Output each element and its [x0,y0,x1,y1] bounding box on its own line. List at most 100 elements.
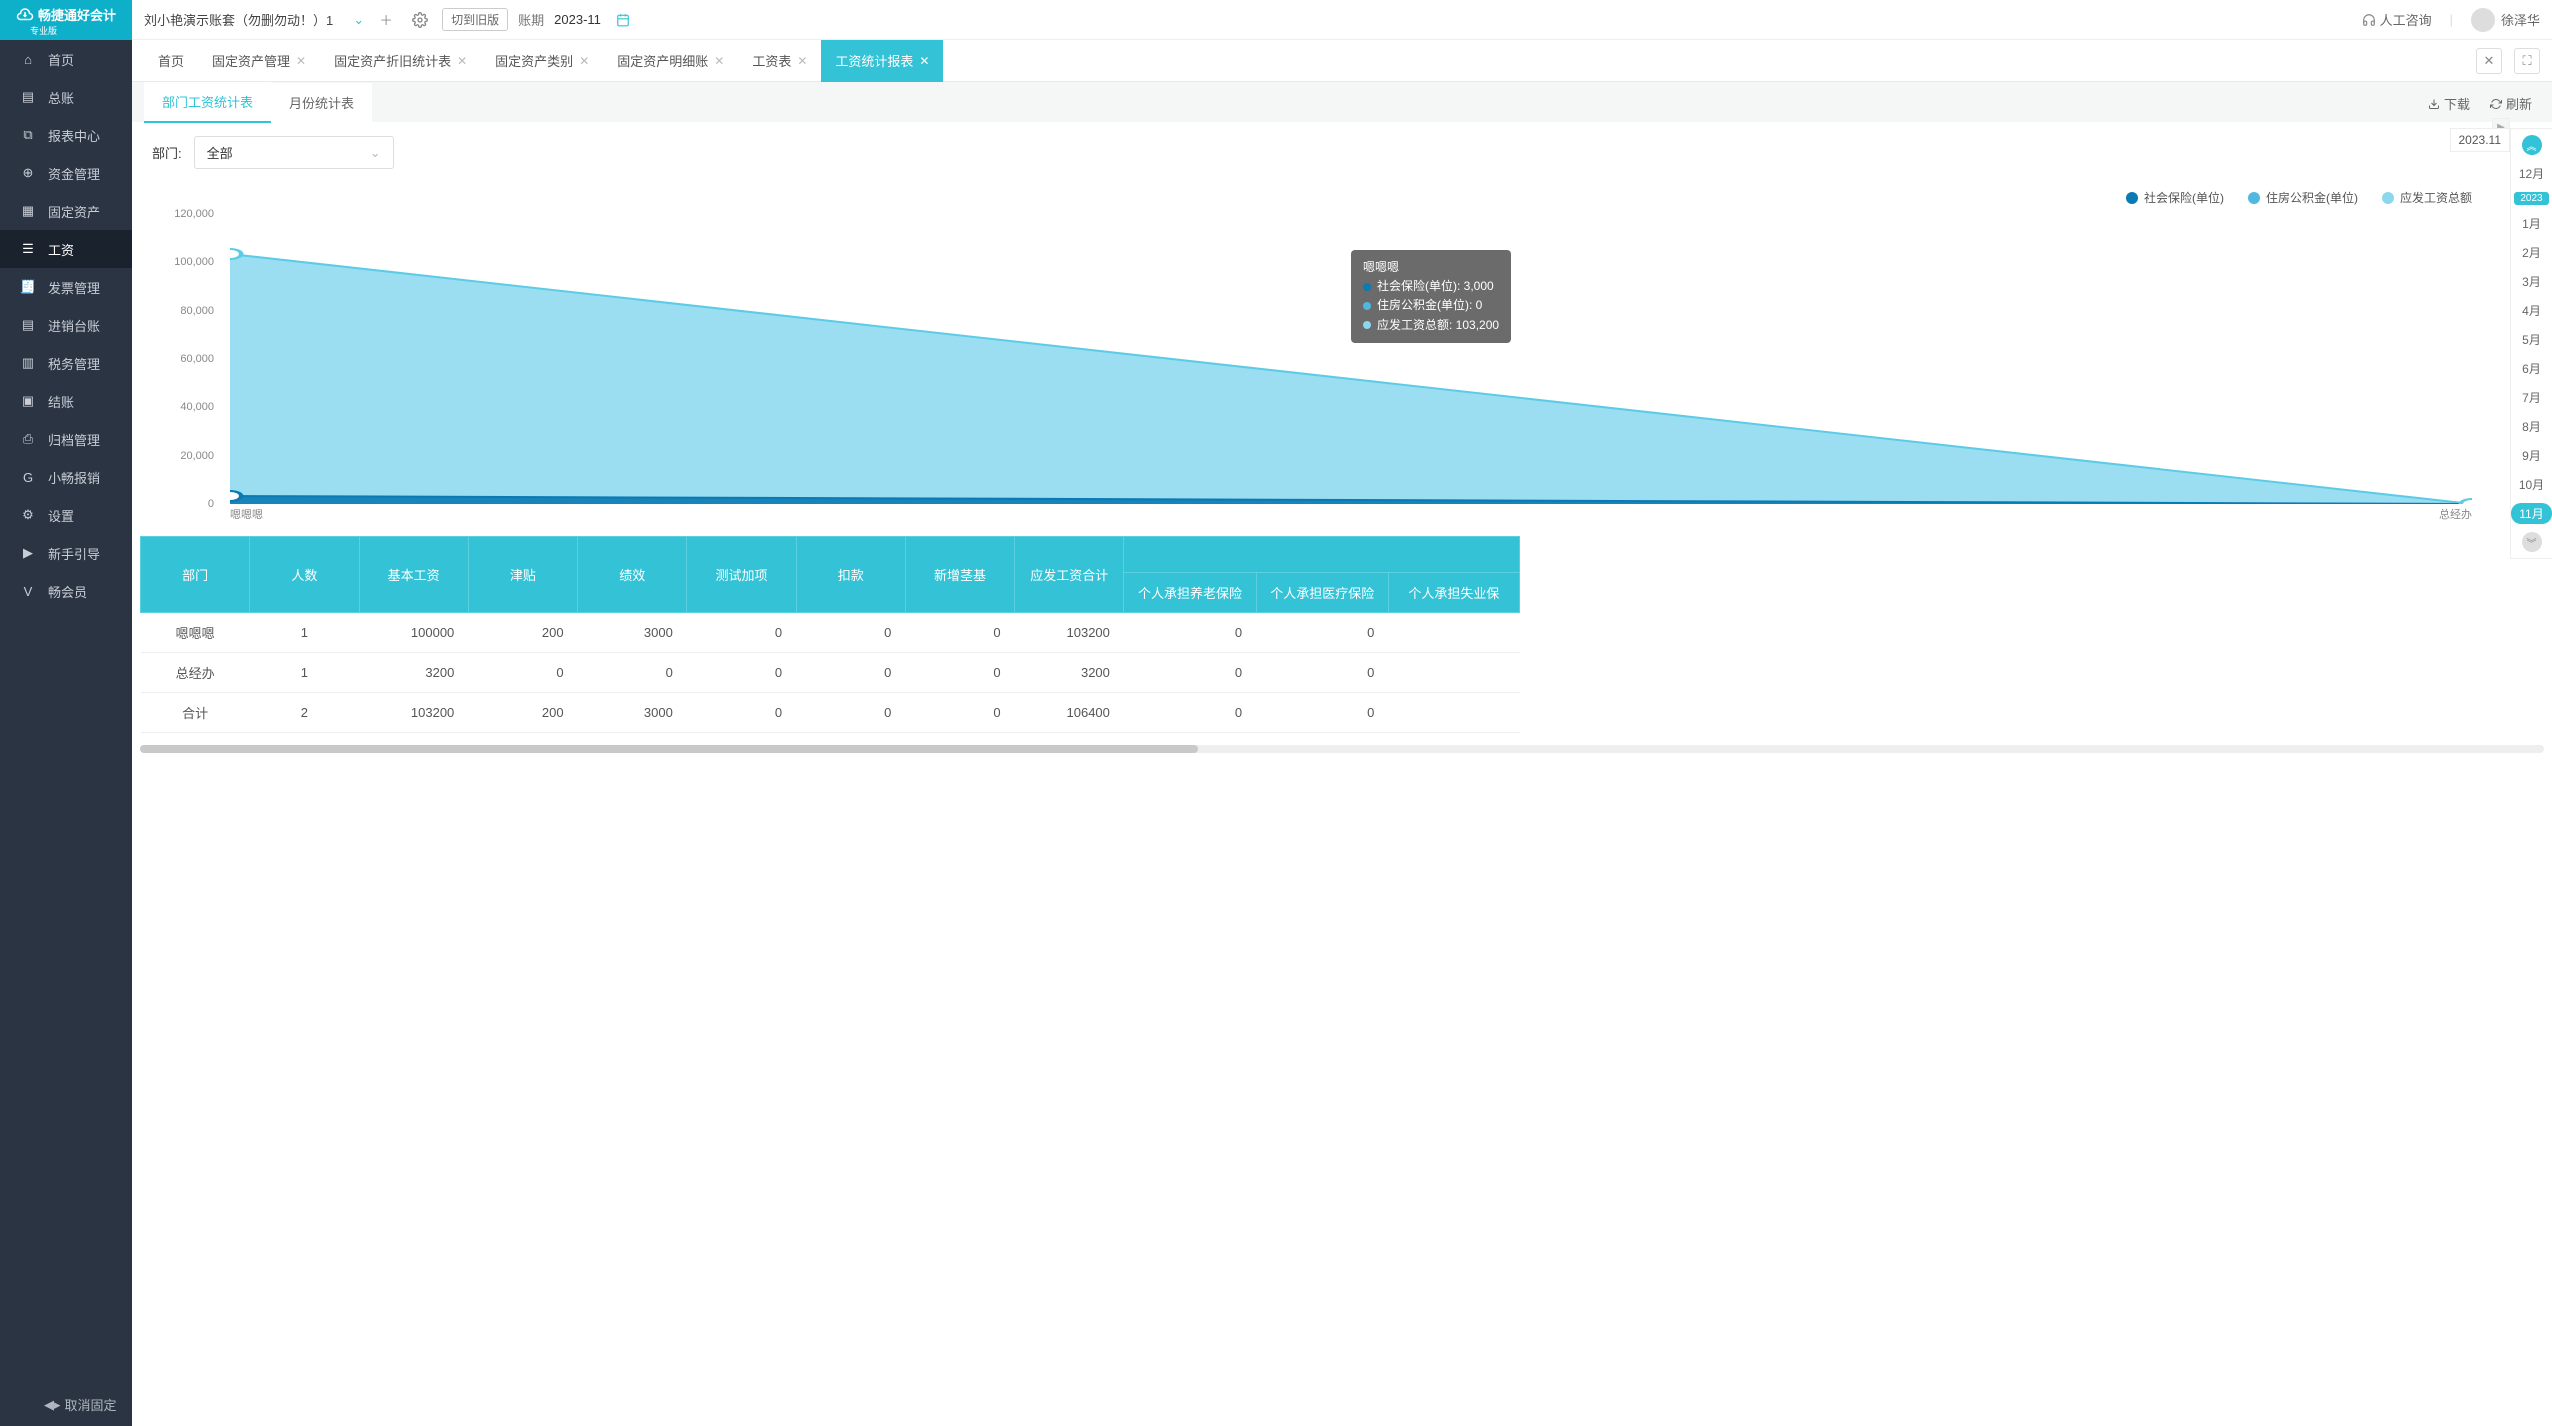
rail-month[interactable]: 4月 [2522,300,2541,321]
sidebar-item-3[interactable]: ⊕资金管理 [0,154,132,192]
nav-icon: ⊕ [20,165,36,181]
subtabs: 部门工资统计表 月份统计表 下载 刷新 [132,82,2552,122]
close-icon[interactable]: ✕ [296,54,306,68]
nav-icon: ⎙ [20,431,36,447]
sidebar-item-2[interactable]: ⧉报表中心 [0,116,132,154]
settings-icon[interactable] [408,8,432,32]
y-tick: 80,000 [180,305,214,317]
tab-label: 固定资产管理 [212,51,290,70]
month-rail: ︽ 12月20231月2月3月4月5月6月7月8月9月10月11月 ︾ [2510,128,2552,559]
tab-2[interactable]: 固定资产折旧统计表 ✕ [320,40,481,82]
rail-month[interactable]: 6月 [2522,358,2541,379]
tab-6[interactable]: 工资统计报表✕ [821,40,943,82]
rail-month[interactable]: 3月 [2522,271,2541,292]
nav-label: 归档管理 [48,430,100,449]
legend-item-insurance[interactable]: 社会保险(单位) [2126,189,2224,206]
sidebar-item-11[interactable]: G小畅报销 [0,458,132,496]
rail-month[interactable]: 10月 [2519,474,2544,495]
rail-down-button[interactable]: ︾ [2522,532,2542,552]
nav-icon: V [20,583,36,599]
user-menu[interactable]: 徐泽华 [2471,8,2540,32]
sidebar-item-12[interactable]: ⚙设置 [0,496,132,534]
brand-logo: 畅捷通好会计 专业版 [0,0,132,40]
nav-icon: ▦ [20,203,36,219]
tooltip-dot-icon [1363,302,1371,310]
add-account-button[interactable]: ＋ [374,8,398,32]
tab-4[interactable]: 固定资产明细账✕ [603,40,738,82]
sidebar-item-10[interactable]: ⎙ 归档管理 [0,420,132,458]
nav-icon: 🧾 [20,279,36,295]
rail-month[interactable]: 12月 [2519,163,2544,184]
fullscreen-button[interactable]: ⛶ [2514,48,2540,74]
rail-month[interactable]: 5月 [2522,329,2541,350]
tab-label: 固定资产类别 [495,51,573,70]
download-button[interactable]: 下载 [2428,94,2470,113]
rail-month[interactable]: 1月 [2522,213,2541,234]
rail-month[interactable]: 11月 [2511,503,2551,524]
close-icon[interactable]: ✕ [919,54,929,68]
sidebar-pin-toggle[interactable]: ◀▸ 取消固定 [0,1383,132,1426]
legend-label: 应发工资总额 [2400,189,2472,206]
dept-select[interactable]: 全部 ⌄ [194,136,394,169]
tab-0[interactable]: 首页 [144,40,198,82]
y-tick: 20,000 [180,450,214,462]
consult-link[interactable]: 人工咨询 [2362,10,2432,29]
close-icon[interactable]: ✕ [579,54,589,68]
close-tabs-button[interactable]: ✕ [2476,48,2502,74]
page-tabs: 首页固定资产管理✕固定资产折旧统计表✕固定资产类别✕固定资产明细账✕工资表✕工资… [132,40,2552,82]
nav-label: 首页 [48,50,74,69]
y-tick: 120,000 [174,208,214,220]
close-icon[interactable]: ✕ [797,54,807,68]
sidebar-item-6[interactable]: 🧾发票管理 [0,268,132,306]
rail-month[interactable]: 7月 [2522,387,2541,408]
tab-3[interactable]: 固定资产类别 ✕ [481,40,603,82]
y-tick: 0 [208,498,214,510]
table-row: 嗯嗯嗯1100000200300000010320000 [141,613,1520,653]
tab-label: 固定资产折旧统计表 [334,51,451,70]
sidebar-item-8[interactable]: ▥税务管理 [0,344,132,382]
rail-month[interactable]: 8月 [2522,416,2541,437]
rail-up-button[interactable]: ︽ [2522,135,2542,155]
y-tick: 40,000 [180,401,214,413]
period-label: 账期 [518,10,544,29]
legend-label: 住房公积金(单位) [2266,189,2358,206]
tooltip-title: 嗯嗯嗯 [1363,258,1499,277]
tab-label: 首页 [158,51,184,70]
sidebar-item-7[interactable]: ▤进销台账 [0,306,132,344]
subtab-dept-stats[interactable]: 部门工资统计表 [144,82,271,123]
calendar-icon[interactable] [611,8,635,32]
nav-label: 畅会员 [48,582,87,601]
tab-1[interactable]: 固定资产管理 ✕ [198,40,320,82]
tab-5[interactable]: 工资表✕ [738,40,821,82]
sidebar-item-1[interactable]: ▤总账 [0,78,132,116]
legend-item-fund[interactable]: 住房公积金(单位) [2248,189,2358,206]
close-icon[interactable]: ✕ [714,54,724,68]
sidebar-item-9[interactable]: ▣结账 [0,382,132,420]
legend-dot-icon [2382,192,2394,204]
close-icon[interactable]: ✕ [457,54,467,68]
legend-item-salary[interactable]: 应发工资总额 [2382,189,2472,206]
legend-label: 社会保险(单位) [2144,189,2224,206]
horizontal-scrollbar[interactable] [140,745,2544,753]
nav-label: 新手引导 [48,544,100,563]
chevron-down-icon: ⌄ [370,145,381,161]
sidebar-item-5[interactable]: ☰工资 [0,230,132,268]
legend-dot-icon [2248,192,2260,204]
rail-month[interactable]: 9月 [2522,445,2541,466]
switch-old-button[interactable]: 切到旧版 [442,8,508,31]
rail-month[interactable]: 2月 [2522,242,2541,263]
sidebar-item-13[interactable]: ▶新手引导 [0,534,132,572]
sidebar-item-14[interactable]: V 畅会员 [0,572,132,610]
sidebar-item-0[interactable]: ⌂首页 [0,40,132,78]
period-value[interactable]: 2023-11 [554,12,601,27]
subtab-month-stats[interactable]: 月份统计表 [271,83,372,122]
scroll-thumb[interactable] [140,745,1198,753]
nav-label: 小畅报销 [48,468,100,487]
account-selector[interactable]: 刘小艳演示账套（勿删勿动！）1 ⌄ [144,10,364,29]
sidebar-item-4[interactable]: ▦固定资产 [0,192,132,230]
data-table: 部门人数基本工资津贴绩效测试加项扣款新增茎基应发工资合计 个人承担养老保险个人承… [140,536,2544,733]
brand-text: 畅捷通好会计 [38,5,116,24]
refresh-button[interactable]: 刷新 [2490,94,2532,113]
chevron-down-icon: ⌄ [353,12,364,28]
y-tick: 60,000 [180,353,214,365]
